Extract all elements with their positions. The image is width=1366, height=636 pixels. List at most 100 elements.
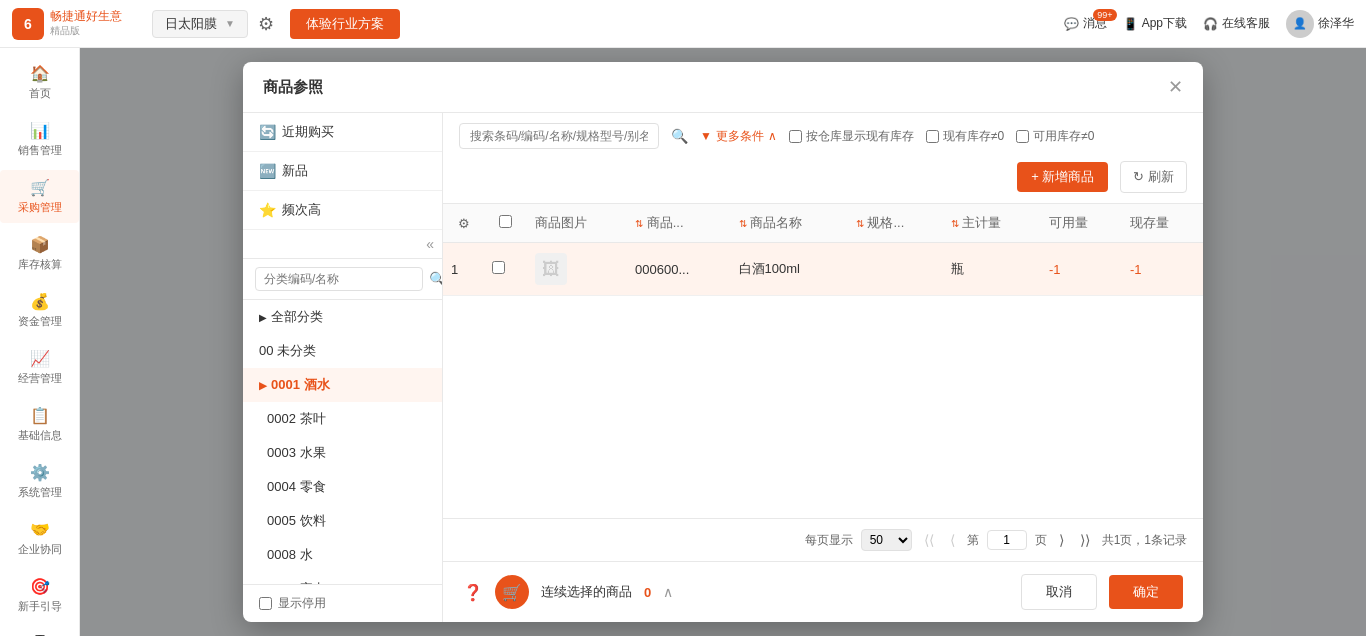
recent-purchase-item[interactable]: 🔄 近期购买 [243, 113, 442, 152]
category-search-input[interactable] [255, 267, 423, 291]
modal-body: 🔄 近期购买 🆕 新品 ⭐ 频次高 « [243, 113, 1203, 622]
category-0001[interactable]: ▶ 0001 酒水 [243, 368, 442, 402]
category-0002[interactable]: 0002 茶叶 [243, 402, 442, 436]
row-image: 🖼 [527, 243, 627, 296]
add-goods-button[interactable]: + 新增商品 [1017, 162, 1108, 192]
sidebar-item-system[interactable]: ⚙️ 系统管理 [0, 455, 79, 508]
checkbox-available-stock[interactable]: 可用库存≠0 [1016, 128, 1094, 145]
category-search-icon[interactable]: 🔍 [429, 271, 443, 287]
sidebar: 🏠 首页 📊 销售管理 🛒 采购管理 📦 库存核算 💰 资金管理 📈 经营管理 … [0, 48, 80, 636]
col-select-all[interactable] [484, 204, 527, 243]
cancel-button[interactable]: 取消 [1021, 574, 1097, 610]
filter-icon: ▼ [700, 129, 712, 143]
app-download-button[interactable]: 📱 App下载 [1123, 15, 1187, 32]
col-settings[interactable]: ⚙ [443, 204, 484, 243]
collapse-icon: « [426, 236, 434, 252]
category-0004[interactable]: 0004 零食 [243, 470, 442, 504]
help-icon[interactable]: ❓ [463, 583, 483, 602]
left-collapse-button[interactable]: « [243, 230, 442, 259]
store-dropdown[interactable]: 日太阳膜 ▼ [152, 10, 248, 38]
table-row[interactable]: 1 🖼 000600... [443, 243, 1203, 296]
category-0010[interactable]: 0010 家电 [243, 572, 442, 584]
basic-icon: 📋 [30, 406, 50, 425]
sidebar-item-inventory[interactable]: 📦 库存核算 [0, 227, 79, 280]
refresh-button[interactable]: ↻ 刷新 [1120, 161, 1187, 193]
frequent-icon: ⭐ [259, 202, 276, 218]
col-code[interactable]: ⇅ 商品... [627, 204, 730, 243]
row-stock: -1 [1122, 243, 1203, 296]
modal-header: 商品参照 ✕ [243, 62, 1203, 113]
logo-icon: 6 [12, 8, 44, 40]
sidebar-item-home[interactable]: 🏠 首页 [0, 56, 79, 109]
nonzero-stock-checkbox[interactable] [926, 130, 939, 143]
category-0008[interactable]: 0008 水 [243, 538, 442, 572]
checkbox-nonzero-stock[interactable]: 现有库存≠0 [926, 128, 1004, 145]
sort-icon-spec: ⇅ [856, 218, 864, 229]
available-stock-checkbox[interactable] [1016, 130, 1029, 143]
logo-area: 6 畅捷通好生意 精品版 [12, 8, 132, 40]
goods-search-input[interactable] [459, 123, 659, 149]
show-disabled-checkbox[interactable] [259, 597, 272, 610]
category-00[interactable]: 00 未分类 [243, 334, 442, 368]
messages-button[interactable]: 💬 消息 99+ [1064, 15, 1107, 32]
nav-center: 日太阳膜 ▼ ⚙ 体验行业方案 [132, 9, 1064, 39]
sidebar-item-purchase[interactable]: 🛒 采购管理 [0, 170, 79, 223]
new-goods-item[interactable]: 🆕 新品 [243, 152, 442, 191]
enterprise-icon: 🤝 [30, 520, 50, 539]
goods-table-wrap: ⚙ 商品图片 ⇅ 商品... [443, 204, 1203, 518]
goods-search-icon[interactable]: 🔍 [671, 128, 688, 144]
col-unit[interactable]: ⇅ 主计量 [943, 204, 1041, 243]
more-filter-button[interactable]: ▼ 更多条件 ∧ [700, 128, 777, 145]
inventory-icon: 📦 [30, 235, 50, 254]
sidebar-item-basic[interactable]: 📋 基础信息 [0, 398, 79, 451]
user-menu[interactable]: 👤 徐泽华 [1286, 10, 1354, 38]
page-size-select[interactable]: 50 10 20 100 [861, 529, 912, 551]
close-icon[interactable]: ✕ [1168, 76, 1183, 98]
sales-icon: 📊 [30, 121, 50, 140]
gear-icon[interactable]: ⚙ [258, 13, 274, 35]
prev-page-button[interactable]: ⟨ [946, 530, 959, 550]
guide-icon: 🎯 [30, 577, 50, 596]
category-0005[interactable]: 0005 饮料 [243, 504, 442, 538]
select-all-checkbox[interactable] [499, 215, 512, 228]
row-checkbox[interactable] [484, 243, 527, 296]
cart-button[interactable]: 🛒 [495, 575, 529, 609]
avatar: 👤 [1286, 10, 1314, 38]
col-image: 商品图片 [527, 204, 627, 243]
first-page-button[interactable]: ⟨⟨ [920, 530, 938, 550]
cart-icon: 🛒 [502, 583, 522, 602]
purchase-icon: 🛒 [30, 178, 50, 197]
home-icon: 🏠 [30, 64, 50, 83]
frequent-item[interactable]: ⭐ 频次高 [243, 191, 442, 230]
show-disabled-label[interactable]: 显示停用 [278, 595, 326, 612]
row-unit: 瓶 [943, 243, 1041, 296]
message-badge: 99+ [1093, 9, 1116, 21]
modal-left-panel: 🔄 近期购买 🆕 新品 ⭐ 频次高 « [243, 113, 443, 622]
sort-icon-unit: ⇅ [951, 218, 959, 229]
sidebar-item-sales[interactable]: 📊 销售管理 [0, 113, 79, 166]
sidebar-item-appstore[interactable]: 📱 应用中心 [0, 626, 79, 636]
trial-button[interactable]: 体验行业方案 [290, 9, 400, 39]
next-page-button[interactable]: ⟩ [1055, 530, 1068, 550]
col-spec[interactable]: ⇅ 规格... [848, 204, 943, 243]
sidebar-item-finance[interactable]: 💰 资金管理 [0, 284, 79, 337]
confirm-button[interactable]: 确定 [1109, 575, 1183, 609]
category-all[interactable]: ▶ 全部分类 [243, 300, 442, 334]
row-select-checkbox[interactable] [492, 261, 505, 274]
category-0003[interactable]: 0003 水果 [243, 436, 442, 470]
collapse-footer-icon[interactable]: ∧ [663, 584, 673, 600]
continuous-select-label: 连续选择的商品 [541, 583, 632, 601]
checkbox-warehouse-stock[interactable]: 按仓库显示现有库存 [789, 128, 914, 145]
operation-icon: 📈 [30, 349, 50, 368]
sidebar-item-enterprise[interactable]: 🤝 企业协同 [0, 512, 79, 565]
page-number-input[interactable] [987, 530, 1027, 550]
online-service-button[interactable]: 🎧 在线客服 [1203, 15, 1270, 32]
last-page-button[interactable]: ⟩⟩ [1076, 530, 1094, 550]
sidebar-item-operation[interactable]: 📈 经营管理 [0, 341, 79, 394]
warehouse-stock-checkbox[interactable] [789, 130, 802, 143]
expand-icon: ▶ [259, 312, 267, 323]
chevron-down-icon: ▼ [225, 18, 235, 29]
col-name[interactable]: ⇅ 商品名称 [731, 204, 848, 243]
goods-reference-modal: 商品参照 ✕ 🔄 近期购买 🆕 新品 [243, 62, 1203, 622]
sidebar-item-guide[interactable]: 🎯 新手引导 [0, 569, 79, 622]
